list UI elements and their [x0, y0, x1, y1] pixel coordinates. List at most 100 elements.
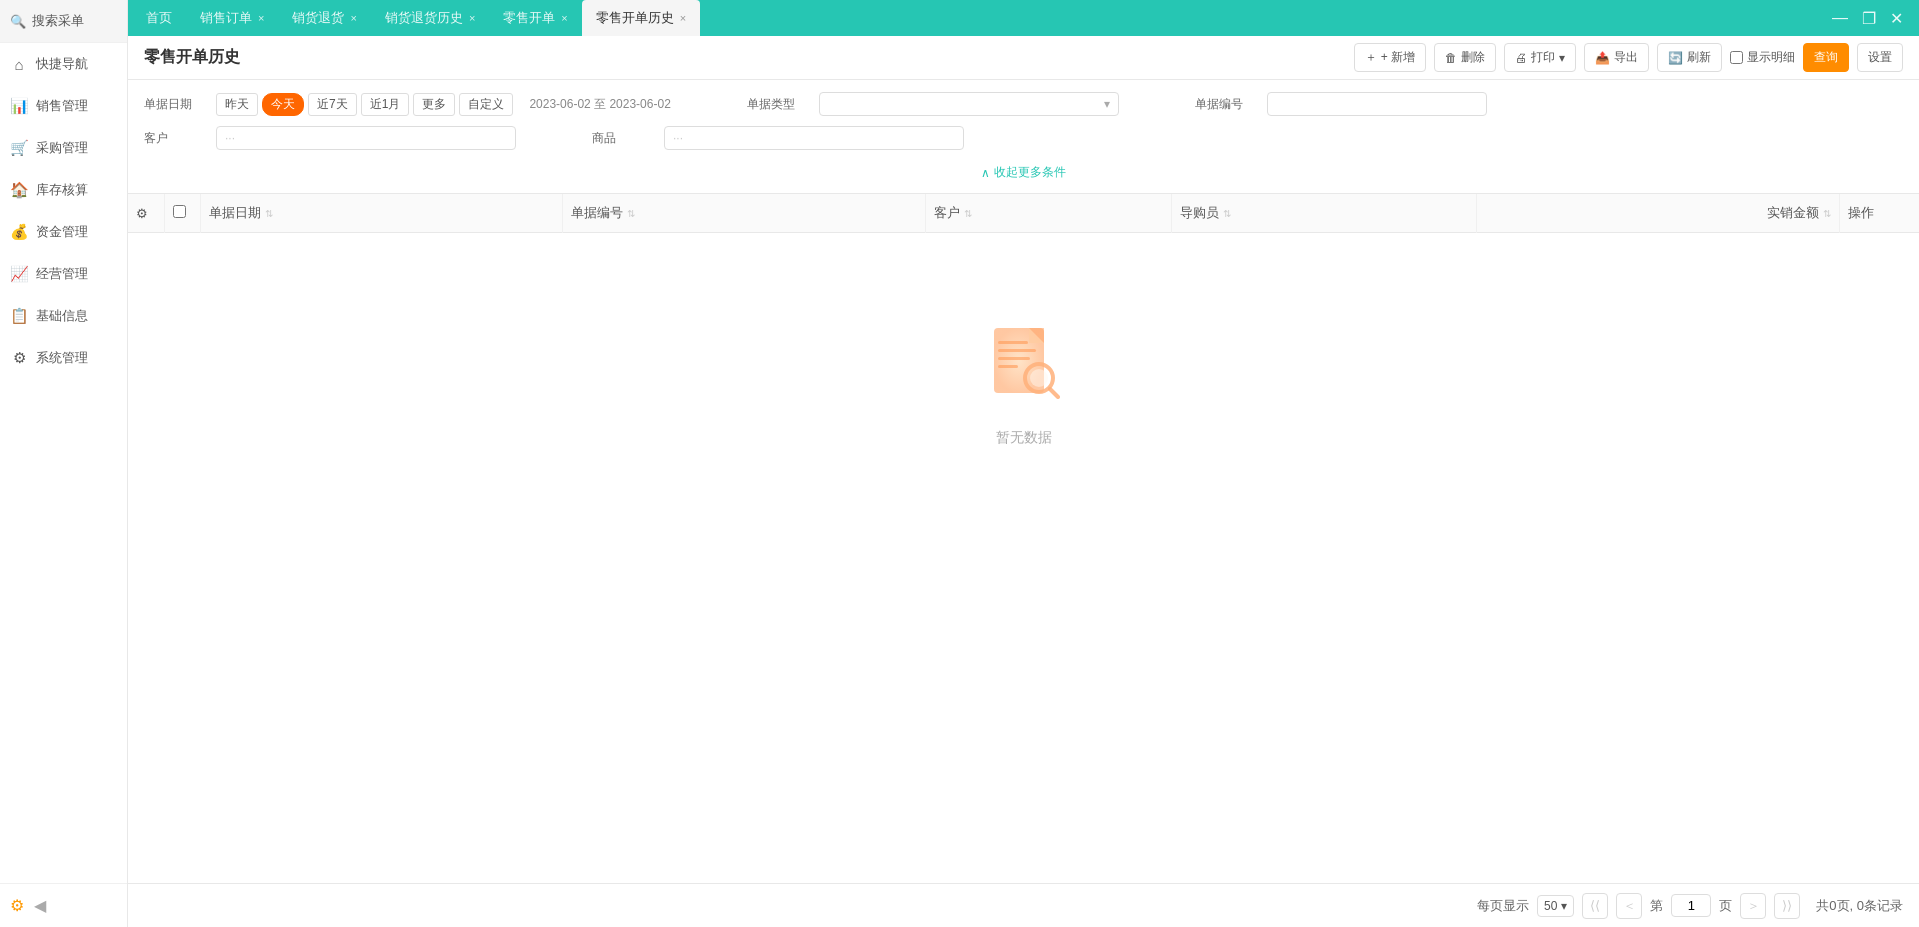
sidebar-item-purchase-mgmt[interactable]: 🛒 采购管理 — [0, 127, 127, 169]
empty-text: 暂无数据 — [996, 429, 1052, 447]
doc-type-select[interactable]: ▾ — [819, 92, 1119, 116]
collapse-bar[interactable]: ∧ 收起更多条件 — [144, 160, 1903, 189]
table-area: ⚙ 单据日期 ⇅ 单据编号 ⇅ — [128, 194, 1919, 883]
today-btn[interactable]: 今天 — [262, 93, 304, 116]
col-date-sort[interactable]: 单据日期 ⇅ — [209, 204, 555, 222]
sidebar-item-sys-mgmt[interactable]: ⚙ 系统管理 — [0, 337, 127, 379]
chart-icon: 📊 — [10, 97, 28, 115]
col-number: 单据编号 ⇅ — [563, 194, 926, 233]
tab-retail-open[interactable]: 零售开单 × — [489, 0, 581, 36]
sidebar-search[interactable]: 🔍 搜索采单 — [0, 0, 127, 43]
toolbar: 零售开单历史 ＋ + 新增 🗑 删除 🖨 打印 ▾ 📤 导出 🔄 刷新 显示明细… — [128, 36, 1919, 80]
svg-rect-2 — [998, 349, 1036, 352]
tab-sales-order-close[interactable]: × — [258, 12, 264, 24]
tab-retail-open-history-label: 零售开单历史 — [596, 9, 674, 27]
col-number-sort[interactable]: 单据编号 ⇅ — [571, 204, 917, 222]
tab-sales-order[interactable]: 销售订单 × — [186, 0, 278, 36]
collapse-sidebar-button[interactable]: ◀ — [34, 896, 46, 915]
export-button[interactable]: 📤 导出 — [1584, 43, 1649, 72]
col-customer-sort[interactable]: 客户 ⇅ — [934, 204, 1163, 222]
doc-number-input[interactable] — [1267, 92, 1487, 116]
delete-icon: 🗑 — [1445, 51, 1457, 65]
last-page-button[interactable]: ⟩⟩ — [1774, 893, 1800, 919]
cart-icon: 🛒 — [10, 139, 28, 157]
svg-line-9 — [1050, 389, 1058, 397]
col-customer-sort-icon: ⇅ — [964, 208, 972, 219]
col-operations-label: 操作 — [1848, 205, 1874, 220]
sidebar: 🔍 搜索采单 ⌂ 快捷导航 📊 销售管理 🛒 采购管理 🏠 库存核算 💰 资金管… — [0, 0, 128, 927]
custom-btn[interactable]: 自定义 — [459, 93, 513, 116]
col-number-sort-icon: ⇅ — [627, 208, 635, 219]
filter-area: 单据日期 昨天 今天 近7天 近1月 更多 自定义 2023-06-02 至 2… — [128, 80, 1919, 194]
date-range-text: 2023-06-02 至 2023-06-02 — [529, 96, 670, 113]
tab-retail-open-history-close[interactable]: × — [680, 12, 686, 24]
empty-state: 暂无数据 — [128, 233, 1919, 527]
settings-label: 设置 — [1868, 49, 1892, 66]
col-settings-icon[interactable]: ⚙ — [136, 206, 148, 221]
col-customer: 客户 ⇅ — [925, 194, 1171, 233]
finance-icon: 💰 — [10, 223, 28, 241]
more-btn[interactable]: 更多 — [413, 93, 455, 116]
settings-button[interactable]: 设置 — [1857, 43, 1903, 72]
col-customer-label: 客户 — [934, 204, 960, 222]
sidebar-item-finance[interactable]: 💰 资金管理 — [0, 211, 127, 253]
display-detail-toggle[interactable]: 显示明细 — [1730, 49, 1795, 66]
tab-sales-return-history[interactable]: 销货退货历史 × — [371, 0, 489, 36]
tab-retail-open-history[interactable]: 零售开单历史 × — [582, 0, 700, 36]
col-guide: 导购员 ⇅ — [1172, 194, 1477, 233]
select-all-checkbox[interactable] — [173, 205, 186, 218]
window-minimize-button[interactable]: — — [1828, 5, 1852, 31]
display-detail-checkbox[interactable] — [1730, 51, 1743, 64]
tab-sales-return-history-close[interactable]: × — [469, 12, 475, 24]
system-icon: ⚙ — [10, 349, 28, 367]
tab-retail-open-close[interactable]: × — [561, 12, 567, 24]
col-operations: 操作 — [1839, 194, 1919, 233]
sidebar-item-inventory[interactable]: 🏠 库存核算 — [0, 169, 127, 211]
current-page-input[interactable] — [1671, 894, 1711, 917]
settings-button[interactable]: ⚙ — [10, 896, 24, 915]
export-icon: 📤 — [1595, 51, 1610, 65]
add-button[interactable]: ＋ + 新增 — [1354, 43, 1426, 72]
first-page-button[interactable]: ⟨⟨ — [1582, 893, 1608, 919]
tab-home-label: 首页 — [146, 9, 172, 27]
table-header: ⚙ 单据日期 ⇅ 单据编号 ⇅ — [128, 194, 1919, 233]
query-button[interactable]: 查询 — [1803, 43, 1849, 72]
pagination-bar: 每页显示 50 ▾ ⟨⟨ ＜ 第 页 ＞ ⟩⟩ 共0页, 0条记录 — [128, 883, 1919, 927]
prev-page-button[interactable]: ＜ — [1616, 893, 1642, 919]
doc-type-label: 单据类型 — [747, 96, 803, 113]
delete-button[interactable]: 🗑 删除 — [1434, 43, 1496, 72]
print-button[interactable]: 🖨 打印 ▾ — [1504, 43, 1576, 72]
col-date-sort-icon: ⇅ — [265, 208, 273, 219]
customer-input[interactable]: ··· — [216, 126, 516, 150]
sidebar-item-label: 库存核算 — [36, 181, 88, 199]
page-word: 第 — [1650, 897, 1663, 915]
tab-home[interactable]: 首页 — [132, 0, 186, 36]
col-amount-sort[interactable]: 实销金额 ⇅ — [1485, 204, 1831, 222]
col-number-label: 单据编号 — [571, 204, 623, 222]
empty-state-row: 暂无数据 — [128, 233, 1919, 528]
yesterday-btn[interactable]: 昨天 — [216, 93, 258, 116]
next-page-button[interactable]: ＞ — [1740, 893, 1766, 919]
collapse-label: 收起更多条件 — [994, 164, 1066, 181]
per-page-select[interactable]: 50 ▾ — [1537, 895, 1574, 917]
refresh-button[interactable]: 🔄 刷新 — [1657, 43, 1722, 72]
col-settings: ⚙ — [128, 194, 164, 233]
tab-sales-return-close[interactable]: × — [350, 12, 356, 24]
sidebar-item-operations[interactable]: 📈 经营管理 — [0, 253, 127, 295]
last7days-btn[interactable]: 近7天 — [308, 93, 357, 116]
col-date: 单据日期 ⇅ — [200, 194, 563, 233]
goods-input[interactable]: ··· — [664, 126, 964, 150]
tab-sales-return[interactable]: 销货退货 × — [278, 0, 370, 36]
sidebar-item-quick-nav[interactable]: ⌂ 快捷导航 — [0, 43, 127, 85]
basic-info-icon: 📋 — [10, 307, 28, 325]
sidebar-item-basic-info[interactable]: 📋 基础信息 — [0, 295, 127, 337]
page-label: 页 — [1719, 897, 1732, 915]
sidebar-item-sales-mgmt[interactable]: 📊 销售管理 — [0, 85, 127, 127]
window-restore-button[interactable]: ❐ — [1858, 5, 1880, 32]
last-month-btn[interactable]: 近1月 — [361, 93, 410, 116]
window-close-button[interactable]: ✕ — [1886, 5, 1907, 32]
col-guide-sort[interactable]: 导购员 ⇅ — [1180, 204, 1468, 222]
col-guide-label: 导购员 — [1180, 204, 1219, 222]
sidebar-item-label: 基础信息 — [36, 307, 88, 325]
per-page-value: 50 — [1544, 899, 1557, 913]
